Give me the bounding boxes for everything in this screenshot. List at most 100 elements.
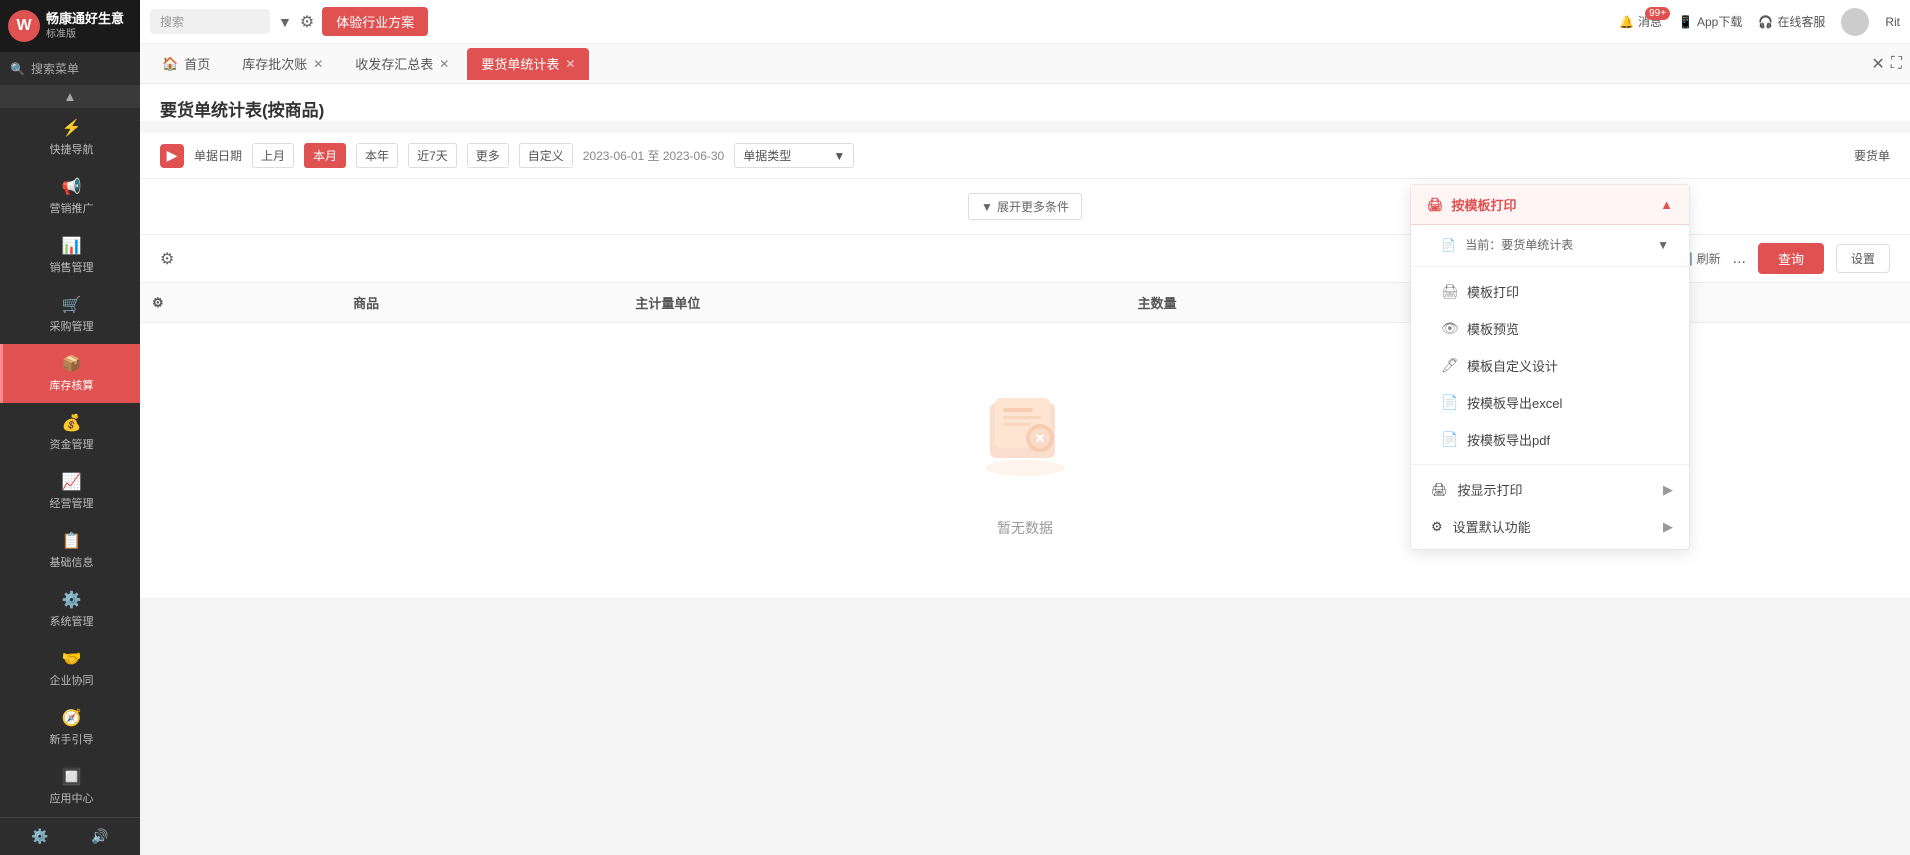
sidebar-item-marketing[interactable]: 📢 营销推广 bbox=[0, 167, 140, 226]
tabs-bar: 🏠 首页 库存批次账 ✕ 收发存汇总表 ✕ 要货单统计表 ✕ ✕ ⛶ bbox=[140, 44, 1910, 84]
tab-inventory-batch[interactable]: 库存批次账 ✕ bbox=[228, 48, 337, 80]
sidebar-item-guide[interactable]: 🧭 新手引导 bbox=[0, 698, 140, 757]
logo-icon: W bbox=[8, 10, 40, 42]
purchase-icon: 🛒 bbox=[62, 295, 82, 315]
setting-btn[interactable]: 设置 bbox=[1836, 244, 1890, 273]
sidebar-item-label: 企业协同 bbox=[50, 672, 94, 688]
sidebar-item-cooperation[interactable]: 🤝 企业协同 bbox=[0, 639, 140, 698]
quick-nav-icon: ⚡ bbox=[62, 118, 82, 138]
sidebar-item-label: 基础信息 bbox=[50, 554, 94, 570]
date-last7-btn[interactable]: 近7天 bbox=[408, 143, 457, 168]
chevron-down-icon: ▼ bbox=[833, 149, 845, 163]
date-custom-btn[interactable]: 自定义 bbox=[519, 143, 573, 168]
tabs-right: ✕ ⛶ bbox=[1871, 54, 1902, 74]
sidebar-search[interactable]: 🔍 搜索菜单 bbox=[0, 52, 140, 85]
current-label-text: 📄 当前：要货单统计表 bbox=[1441, 236, 1573, 253]
type-select[interactable]: 单据类型 ▼ bbox=[734, 143, 854, 168]
scroll-up-btn[interactable]: ▲ bbox=[0, 85, 140, 108]
sidebar-item-basic-info[interactable]: 📋 基础信息 bbox=[0, 521, 140, 580]
operations-icon: 📈 bbox=[62, 472, 82, 492]
expand-more-btn[interactable]: ▼ 展开更多条件 bbox=[968, 193, 1082, 220]
message-badge: 99+ bbox=[1645, 7, 1670, 20]
sidebar-item-app-center[interactable]: 🔲 应用中心 bbox=[0, 757, 140, 816]
dropdown-template-print[interactable]: 🖨 模板打印 bbox=[1411, 273, 1689, 310]
dropdown-expandable-section: 🖨 按显示打印 ▶ ⚙ 设置默认功能 ▶ bbox=[1411, 467, 1689, 549]
date-label: 单据日期 bbox=[194, 147, 242, 164]
sidebar-item-operations[interactable]: 📈 经营管理 bbox=[0, 462, 140, 521]
sidebar-item-quick-nav[interactable]: ⚡ 快捷导航 bbox=[0, 108, 140, 167]
tab-receipt-summary-label: 收发存汇总表 bbox=[355, 54, 433, 73]
sidebar-item-label: 系统管理 bbox=[50, 613, 94, 629]
settings-icon[interactable]: ⚙️ bbox=[31, 828, 48, 845]
col-settings[interactable]: ⚙ bbox=[140, 283, 341, 323]
date-current-btn[interactable]: 本月 bbox=[304, 143, 346, 168]
avatar[interactable] bbox=[1841, 8, 1869, 36]
experience-btn[interactable]: 体验行业方案 bbox=[322, 7, 428, 36]
expand-arrow-icon: ▶ bbox=[1663, 482, 1673, 498]
topbar-gear-icon[interactable]: ⚙ bbox=[300, 12, 314, 32]
close-all-btn[interactable]: ✕ bbox=[1871, 54, 1884, 74]
refresh-label: 刷新 bbox=[1697, 250, 1721, 267]
query-btn[interactable]: 查询 bbox=[1758, 243, 1824, 274]
sidebar-item-purchase[interactable]: 🛒 采购管理 bbox=[0, 285, 140, 344]
maximize-btn[interactable]: ⛶ bbox=[1891, 55, 1902, 73]
empty-text: 暂无数据 bbox=[997, 518, 1053, 538]
app-download-btn[interactable]: 📱 App下载 bbox=[1678, 13, 1742, 30]
tab-close-btn[interactable]: ✕ bbox=[565, 57, 575, 71]
tab-receipt-summary[interactable]: 收发存汇总表 ✕ bbox=[341, 48, 463, 80]
dropdown-set-default[interactable]: ⚙ 设置默认功能 ▶ bbox=[1411, 508, 1689, 545]
sidebar-item-label: 营销推广 bbox=[50, 200, 94, 216]
dropdown-display-print[interactable]: 🖨 按显示打印 ▶ bbox=[1411, 471, 1689, 508]
sidebar-item-inventory[interactable]: 📦 库存核算 bbox=[0, 344, 140, 403]
export-pdf-icon: 📄 bbox=[1441, 431, 1457, 448]
sidebar-item-label: 经营管理 bbox=[50, 495, 94, 511]
dropdown-template-export-excel[interactable]: 📄 按模板导出excel bbox=[1411, 384, 1689, 421]
sidebar-logo: W 畅康通好生意 标准版 bbox=[0, 0, 140, 52]
display-print-icon: 🖨 bbox=[1431, 482, 1448, 498]
audio-icon[interactable]: 🔊 bbox=[91, 828, 108, 845]
sidebar-item-system[interactable]: ⚙️ 系统管理 bbox=[0, 580, 140, 639]
sidebar-item-sales[interactable]: 📊 销售管理 bbox=[0, 226, 140, 285]
tab-order-stats[interactable]: 要货单统计表 ✕ bbox=[467, 48, 589, 80]
table-settings-icon[interactable]: ⚙ bbox=[160, 249, 174, 269]
finance-icon: 💰 bbox=[62, 413, 82, 433]
filter-expand-btn[interactable]: ▶ bbox=[160, 144, 184, 168]
topbar-dropdown-btn[interactable]: ▼ bbox=[278, 14, 292, 30]
sidebar-item-label: 销售管理 bbox=[50, 259, 94, 275]
sidebar-item-label: 库存核算 bbox=[50, 377, 94, 393]
date-prev-btn[interactable]: 上月 bbox=[252, 143, 294, 168]
sidebar-item-label: 采购管理 bbox=[50, 318, 94, 334]
dropdown-header[interactable]: 🖨 按模板打印 ▲ bbox=[1411, 185, 1689, 225]
collapse-icon[interactable]: ▲ bbox=[1660, 197, 1673, 212]
order-type-tag: 要货单 bbox=[1854, 147, 1890, 164]
expand-arrow-icon: ▶ bbox=[1663, 519, 1673, 535]
system-icon: ⚙️ bbox=[62, 590, 82, 610]
expand-icon: ▼ bbox=[981, 200, 993, 214]
sidebar-item-label: 新手引导 bbox=[50, 731, 94, 747]
sidebar-item-finance[interactable]: 💰 资金管理 bbox=[0, 403, 140, 462]
sidebar-nav: ▲ ⚡ 快捷导航 📢 营销推广 📊 销售管理 🛒 采购管理 📦 库存核算 💰 资… bbox=[0, 85, 140, 817]
dropdown-template-export-pdf[interactable]: 📄 按模板导出pdf bbox=[1411, 421, 1689, 458]
tab-close-btn[interactable]: ✕ bbox=[313, 57, 323, 71]
messages-btn[interactable]: 🔔 消息 99+ bbox=[1619, 13, 1662, 30]
page-header: 要货单统计表(按商品) bbox=[140, 84, 1910, 121]
col-unit: 主计量单位 bbox=[623, 283, 1125, 323]
tab-inventory-batch-label: 库存批次账 bbox=[242, 54, 307, 73]
topbar-search[interactable]: 搜索 bbox=[150, 9, 270, 34]
date-more-btn[interactable]: 更多 bbox=[467, 143, 509, 168]
guide-icon: 🧭 bbox=[62, 708, 82, 728]
date-this-year-btn[interactable]: 本年 bbox=[356, 143, 398, 168]
export-excel-icon: 📄 bbox=[1441, 394, 1457, 411]
tab-close-btn[interactable]: ✕ bbox=[439, 57, 449, 71]
doc-icon: 📄 bbox=[1441, 238, 1456, 252]
template-design-icon: 🖊 bbox=[1441, 357, 1457, 374]
current-expand-icon[interactable]: ▼ bbox=[1657, 238, 1669, 252]
sales-icon: 📊 bbox=[62, 236, 82, 256]
dropdown-template-preview[interactable]: 👁 模板预览 bbox=[1411, 310, 1689, 347]
dropdown-items-section: 🖨 模板打印 👁 模板预览 🖊 模板自定义设计 📄 按模板导出excel 📄 bbox=[1411, 269, 1689, 462]
online-service-btn[interactable]: 🎧 在线客服 bbox=[1758, 13, 1825, 30]
more-btn[interactable]: ... bbox=[1733, 250, 1746, 268]
template-print-icon: 🖨 bbox=[1441, 283, 1457, 300]
tab-home[interactable]: 🏠 首页 bbox=[148, 48, 224, 80]
dropdown-template-design[interactable]: 🖊 模板自定义设计 bbox=[1411, 347, 1689, 384]
